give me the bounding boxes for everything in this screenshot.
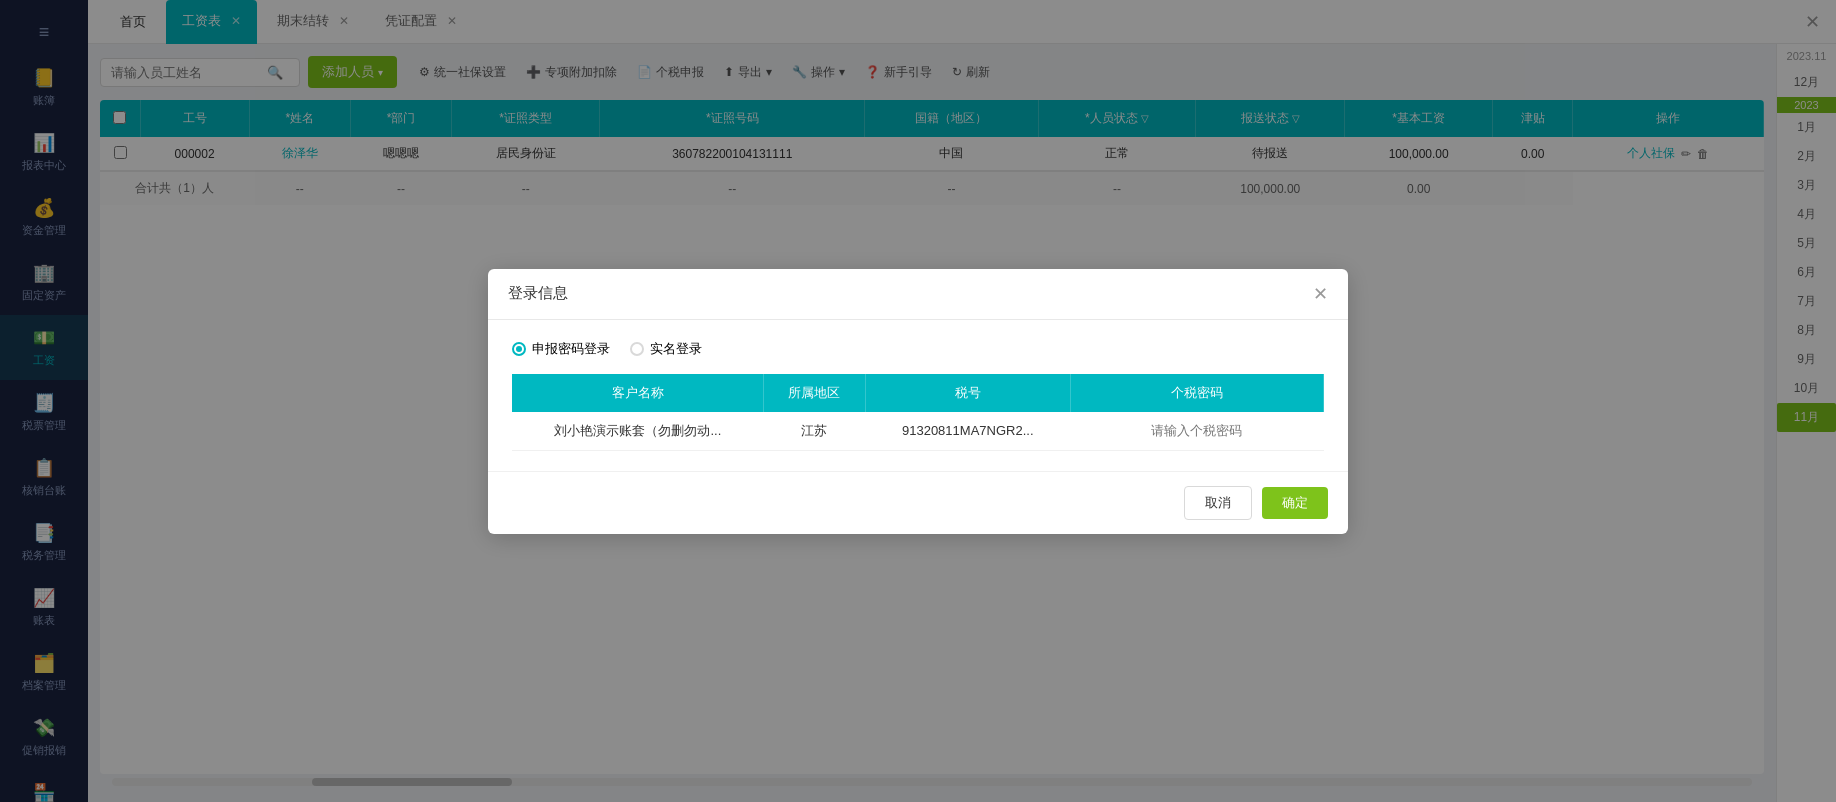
radio-password-dot: [512, 342, 526, 356]
radio-password-label[interactable]: 申报密码登录: [512, 340, 610, 358]
modal-cancel-btn[interactable]: 取消: [1184, 486, 1252, 520]
modal-close-btn[interactable]: ✕: [1313, 283, 1328, 305]
col-client-name: 客户名称: [512, 374, 764, 412]
col-tax-no: 税号: [865, 374, 1070, 412]
cell-region: 江苏: [764, 412, 866, 451]
modal-overlay: 登录信息 ✕ 申报密码登录 实名登录 客户名称 所属: [0, 0, 1836, 802]
login-info-table: 客户名称 所属地区 税号 个税密码 刘小艳演示账套（勿删勿动... 江苏 913…: [512, 374, 1324, 451]
col-tax-password: 个税密码: [1070, 374, 1323, 412]
cell-tax-password[interactable]: [1070, 412, 1323, 451]
modal-body: 申报密码登录 实名登录 客户名称 所属地区 税号 个税密码: [488, 320, 1348, 471]
tax-password-input[interactable]: [1082, 423, 1311, 438]
modal-confirm-btn[interactable]: 确定: [1262, 487, 1328, 519]
modal-title: 登录信息: [508, 284, 568, 303]
col-region: 所属地区: [764, 374, 866, 412]
cell-tax-no: 91320811MA7NGR2...: [865, 412, 1070, 451]
modal-footer: 取消 确定: [488, 471, 1348, 534]
radio-realname-label[interactable]: 实名登录: [630, 340, 702, 358]
login-info-modal: 登录信息 ✕ 申报密码登录 实名登录 客户名称 所属: [488, 269, 1348, 534]
login-info-row: 刘小艳演示账套（勿删勿动... 江苏 91320811MA7NGR2...: [512, 412, 1324, 451]
cell-client-name: 刘小艳演示账套（勿删勿动...: [512, 412, 764, 451]
modal-header: 登录信息 ✕: [488, 269, 1348, 320]
radio-realname-dot: [630, 342, 644, 356]
login-type-radio-group: 申报密码登录 实名登录: [512, 340, 1324, 358]
